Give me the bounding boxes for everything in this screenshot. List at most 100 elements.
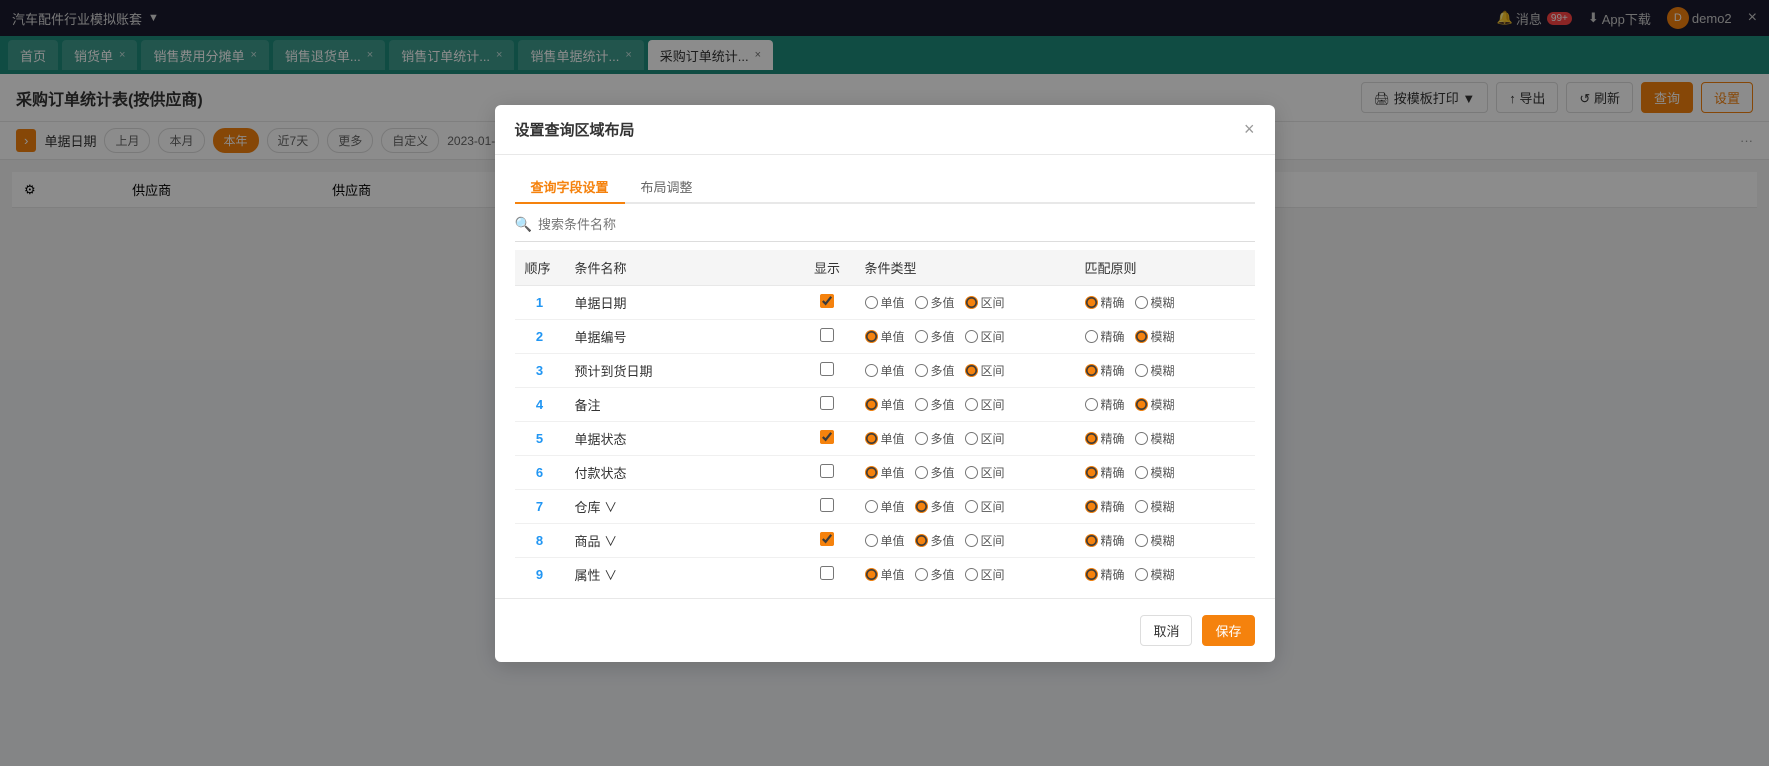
display-checkbox[interactable] (820, 464, 834, 478)
display-checkbox[interactable] (820, 328, 834, 342)
display-checkbox[interactable] (820, 396, 834, 410)
cell-type: 单值多值区间 (855, 319, 1075, 353)
type-option-单值[interactable]: 单值 (865, 532, 905, 549)
cell-match: 精确模糊 (1075, 489, 1255, 523)
modal-dialog: 设置查询区域布局 × 查询字段设置 布局调整 🔍 顺序 (495, 105, 1275, 662)
type-option-单值[interactable]: 单值 (865, 396, 905, 413)
type-option-单值[interactable]: 单值 (865, 362, 905, 379)
cell-display (800, 353, 855, 387)
cell-type: 单值多值区间 (855, 557, 1075, 590)
tab-query-fields[interactable]: 查询字段设置 (515, 171, 625, 204)
cell-order: 4 (515, 387, 565, 421)
table-row: 1单据日期单值多值区间精确模糊 (515, 285, 1255, 319)
search-input[interactable] (538, 217, 1255, 232)
type-option-单值[interactable]: 单值 (865, 464, 905, 481)
match-option-模糊[interactable]: 模糊 (1135, 464, 1175, 481)
cell-order: 2 (515, 319, 565, 353)
match-option-精确[interactable]: 精确 (1085, 328, 1125, 345)
display-checkbox[interactable] (820, 532, 834, 546)
type-option-单值[interactable]: 单值 (865, 430, 905, 447)
cell-display (800, 387, 855, 421)
type-option-多值[interactable]: 多值 (915, 430, 955, 447)
type-option-区间[interactable]: 区间 (965, 430, 1005, 447)
type-option-多值[interactable]: 多值 (915, 566, 955, 583)
type-option-区间[interactable]: 区间 (965, 362, 1005, 379)
match-option-精确[interactable]: 精确 (1085, 464, 1125, 481)
table-row: 2单据编号单值多值区间精确模糊 (515, 319, 1255, 353)
th-name: 条件名称 (565, 250, 800, 286)
type-option-多值[interactable]: 多值 (915, 362, 955, 379)
modal-close-button[interactable]: × (1244, 120, 1255, 138)
display-checkbox[interactable] (820, 566, 834, 580)
display-checkbox[interactable] (820, 430, 834, 444)
cell-display (800, 455, 855, 489)
match-option-模糊[interactable]: 模糊 (1135, 396, 1175, 413)
cell-type: 单值多值区间 (855, 387, 1075, 421)
type-option-区间[interactable]: 区间 (965, 396, 1005, 413)
type-option-单值[interactable]: 单值 (865, 566, 905, 583)
cell-display (800, 319, 855, 353)
type-option-多值[interactable]: 多值 (915, 464, 955, 481)
match-option-精确[interactable]: 精确 (1085, 396, 1125, 413)
table-row: 9属性 ∨单值多值区间精确模糊 (515, 557, 1255, 590)
type-option-单值[interactable]: 单值 (865, 328, 905, 345)
cell-type: 单值多值区间 (855, 455, 1075, 489)
cell-order: 1 (515, 285, 565, 319)
cell-name: 单据编号 (565, 319, 800, 353)
type-option-单值[interactable]: 单值 (865, 498, 905, 515)
match-option-精确[interactable]: 精确 (1085, 566, 1125, 583)
type-option-区间[interactable]: 区间 (965, 294, 1005, 311)
cell-name: 单据状态 (565, 421, 800, 455)
modal-overlay: 设置查询区域布局 × 查询字段设置 布局调整 🔍 顺序 (0, 0, 1769, 766)
type-option-区间[interactable]: 区间 (965, 328, 1005, 345)
match-option-精确[interactable]: 精确 (1085, 362, 1125, 379)
modal-tabs: 查询字段设置 布局调整 (515, 171, 1255, 204)
type-option-区间[interactable]: 区间 (965, 498, 1005, 515)
type-option-多值[interactable]: 多值 (915, 532, 955, 549)
match-option-精确[interactable]: 精确 (1085, 430, 1125, 447)
type-option-单值[interactable]: 单值 (865, 294, 905, 311)
cell-match: 精确模糊 (1075, 319, 1255, 353)
cell-type: 单值多值区间 (855, 489, 1075, 523)
match-option-模糊[interactable]: 模糊 (1135, 566, 1175, 583)
display-checkbox[interactable] (820, 498, 834, 512)
match-option-模糊[interactable]: 模糊 (1135, 498, 1175, 515)
tab-layout-adjust[interactable]: 布局调整 (625, 171, 709, 204)
type-option-多值[interactable]: 多值 (915, 498, 955, 515)
cell-order: 7 (515, 489, 565, 523)
cell-name: 商品 ∨ (565, 523, 800, 557)
modal-title: 设置查询区域布局 (515, 119, 635, 140)
cell-display (800, 557, 855, 590)
match-option-精确[interactable]: 精确 (1085, 294, 1125, 311)
match-option-精确[interactable]: 精确 (1085, 532, 1125, 549)
cancel-button[interactable]: 取消 (1140, 615, 1192, 646)
cell-name: 仓库 ∨ (565, 489, 800, 523)
table-row: 3预计到货日期单值多值区间精确模糊 (515, 353, 1255, 387)
type-option-多值[interactable]: 多值 (915, 328, 955, 345)
match-option-模糊[interactable]: 模糊 (1135, 532, 1175, 549)
type-option-区间[interactable]: 区间 (965, 566, 1005, 583)
table-row: 4备注单值多值区间精确模糊 (515, 387, 1255, 421)
cell-match: 精确模糊 (1075, 387, 1255, 421)
match-option-模糊[interactable]: 模糊 (1135, 294, 1175, 311)
type-option-区间[interactable]: 区间 (965, 464, 1005, 481)
cell-display (800, 523, 855, 557)
cell-name: 付款状态 (565, 455, 800, 489)
type-option-多值[interactable]: 多值 (915, 294, 955, 311)
type-option-多值[interactable]: 多值 (915, 396, 955, 413)
match-option-模糊[interactable]: 模糊 (1135, 328, 1175, 345)
cell-match: 精确模糊 (1075, 557, 1255, 590)
type-option-区间[interactable]: 区间 (965, 532, 1005, 549)
th-display: 显示 (800, 250, 855, 286)
save-button[interactable]: 保存 (1202, 615, 1254, 646)
match-option-精确[interactable]: 精确 (1085, 498, 1125, 515)
search-bar: 🔍 (515, 216, 1255, 242)
display-checkbox[interactable] (820, 294, 834, 308)
match-option-模糊[interactable]: 模糊 (1135, 430, 1175, 447)
cell-match: 精确模糊 (1075, 353, 1255, 387)
cell-type: 单值多值区间 (855, 353, 1075, 387)
table-row: 6付款状态单值多值区间精确模糊 (515, 455, 1255, 489)
match-option-模糊[interactable]: 模糊 (1135, 362, 1175, 379)
cell-match: 精确模糊 (1075, 455, 1255, 489)
display-checkbox[interactable] (820, 362, 834, 376)
